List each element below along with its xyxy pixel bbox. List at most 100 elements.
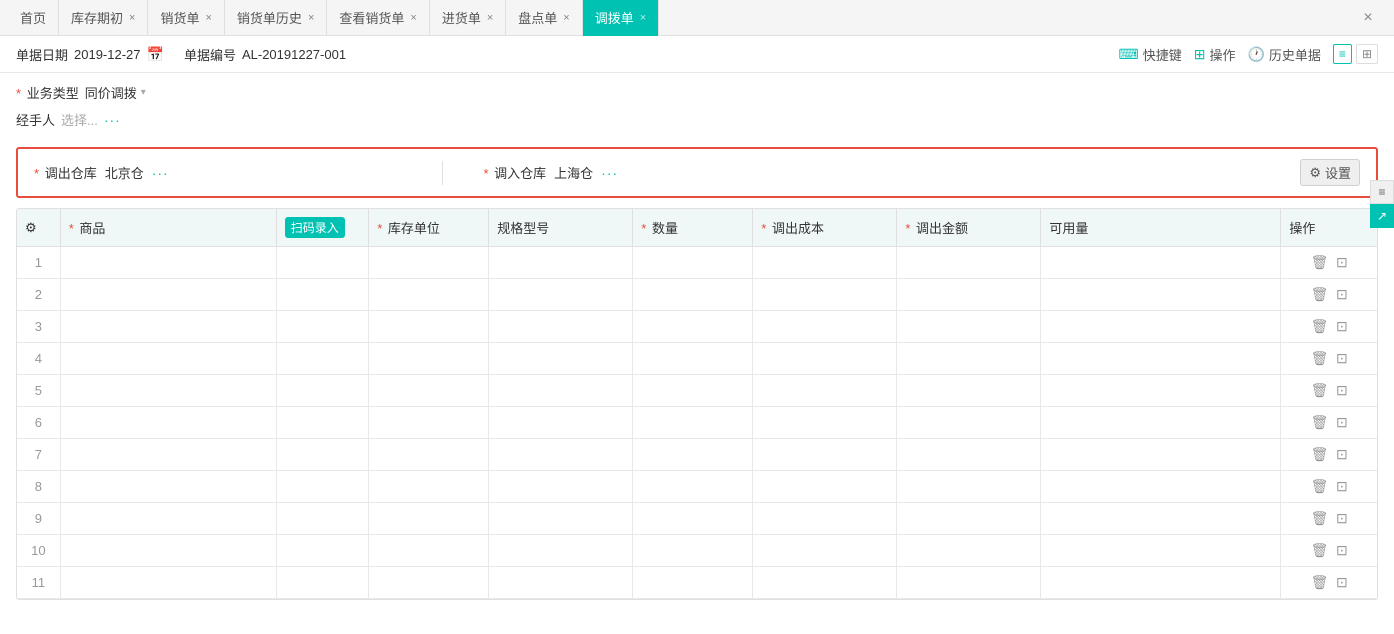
handler-more-btn[interactable]: ··· [104,112,121,128]
delete-icon[interactable]: 🗑 [1309,380,1331,400]
delete-icon[interactable]: 🗑 [1309,476,1331,496]
row-unit[interactable] [369,503,489,535]
delete-icon[interactable]: 🗑 [1309,412,1331,432]
window-close-button[interactable]: × [1350,0,1386,36]
delete-icon[interactable]: 🗑 [1309,348,1331,368]
tab-close-sales-order[interactable]: × [205,12,211,24]
row-amount[interactable] [897,247,1041,279]
row-unit[interactable] [369,471,489,503]
row-unit[interactable] [369,439,489,471]
copy-icon[interactable]: ⊡ [1334,540,1350,560]
table-settings-icon[interactable]: ⚙ [25,220,37,235]
tab-sales-history[interactable]: 销货单历史 × [225,0,327,36]
tab-close-sales-history[interactable]: × [308,12,314,24]
row-product[interactable] [60,279,276,311]
row-spec[interactable] [489,471,633,503]
scan-btn[interactable]: 扫码录入 [285,217,345,238]
list-view-btn[interactable]: ≡ [1333,44,1352,64]
row-unit[interactable] [369,375,489,407]
row-amount[interactable] [897,343,1041,375]
row-cost[interactable] [753,439,897,471]
row-spec[interactable] [489,503,633,535]
row-cost[interactable] [753,471,897,503]
row-spec[interactable] [489,279,633,311]
row-amount[interactable] [897,535,1041,567]
settings-button[interactable]: ⚙ 设置 [1300,159,1360,186]
tab-close-transfer-order[interactable]: × [640,12,646,24]
grid-view-btn[interactable]: ⊞ [1356,44,1378,64]
right-panel-export-btn[interactable]: ↗ [1370,204,1394,228]
copy-icon[interactable]: ⊡ [1334,412,1350,432]
warehouse-out-more[interactable]: ··· [152,165,169,181]
row-cost[interactable] [753,535,897,567]
row-cost[interactable] [753,311,897,343]
business-type-select[interactable]: 同价调拨 ▾ [85,83,165,102]
row-qty[interactable] [633,439,753,471]
row-cost[interactable] [753,375,897,407]
copy-icon[interactable]: ⊡ [1334,316,1350,336]
row-product[interactable] [60,535,276,567]
row-spec[interactable] [489,439,633,471]
row-amount[interactable] [897,407,1041,439]
tab-close-inventory-check[interactable]: × [563,12,569,24]
delete-icon[interactable]: 🗑 [1309,284,1331,304]
row-cost[interactable] [753,279,897,311]
delete-icon[interactable]: 🗑 [1309,572,1331,592]
row-qty[interactable] [633,311,753,343]
warehouse-in-more[interactable]: ··· [601,165,618,181]
row-unit[interactable] [369,535,489,567]
tab-transfer-order[interactable]: 调拨单 × [583,0,659,36]
row-cost[interactable] [753,247,897,279]
row-amount[interactable] [897,279,1041,311]
tab-sales-order[interactable]: 销货单 × [148,0,224,36]
delete-icon[interactable]: 🗑 [1309,508,1331,528]
row-spec[interactable] [489,375,633,407]
row-amount[interactable] [897,503,1041,535]
tab-home[interactable]: 首页 [8,0,59,36]
right-panel-list-btn[interactable]: ≡ [1370,180,1394,204]
copy-icon[interactable]: ⊡ [1334,476,1350,496]
delete-icon[interactable]: 🗑 [1309,316,1331,336]
row-qty[interactable] [633,247,753,279]
row-product[interactable] [60,503,276,535]
operations-button[interactable]: ⊞ 操作 [1194,45,1236,64]
row-amount[interactable] [897,375,1041,407]
row-product[interactable] [60,471,276,503]
row-qty[interactable] [633,279,753,311]
tab-close-view-sales[interactable]: × [410,12,416,24]
row-spec[interactable] [489,567,633,599]
copy-icon[interactable]: ⊡ [1334,380,1350,400]
delete-icon[interactable]: 🗑 [1309,444,1331,464]
row-unit[interactable] [369,279,489,311]
tab-inventory-init[interactable]: 库存期初 × [59,0,148,36]
row-unit[interactable] [369,343,489,375]
copy-icon[interactable]: ⊡ [1334,508,1350,528]
row-unit[interactable] [369,247,489,279]
row-unit[interactable] [369,407,489,439]
th-settings[interactable]: ⚙ [17,209,60,247]
row-cost[interactable] [753,503,897,535]
row-product[interactable] [60,375,276,407]
history-button[interactable]: 🕐 历史单据 [1247,45,1320,64]
handler-select[interactable]: 选择... [61,110,98,129]
row-qty[interactable] [633,375,753,407]
delete-icon[interactable]: 🗑 [1309,540,1331,560]
row-product[interactable] [60,247,276,279]
calendar-icon[interactable]: 📅 [147,46,164,63]
delete-icon[interactable]: 🗑 [1309,252,1331,272]
row-cost[interactable] [753,567,897,599]
tab-view-sales[interactable]: 查看销货单 × [327,0,429,36]
copy-icon[interactable]: ⊡ [1334,252,1350,272]
row-spec[interactable] [489,407,633,439]
copy-icon[interactable]: ⊡ [1334,348,1350,368]
row-qty[interactable] [633,471,753,503]
row-qty[interactable] [633,343,753,375]
row-spec[interactable] [489,247,633,279]
copy-icon[interactable]: ⊡ [1334,284,1350,304]
row-product[interactable] [60,407,276,439]
shortcuts-button[interactable]: ⌨ 快捷键 [1118,45,1181,64]
copy-icon[interactable]: ⊡ [1334,444,1350,464]
row-spec[interactable] [489,535,633,567]
row-amount[interactable] [897,439,1041,471]
row-spec[interactable] [489,343,633,375]
